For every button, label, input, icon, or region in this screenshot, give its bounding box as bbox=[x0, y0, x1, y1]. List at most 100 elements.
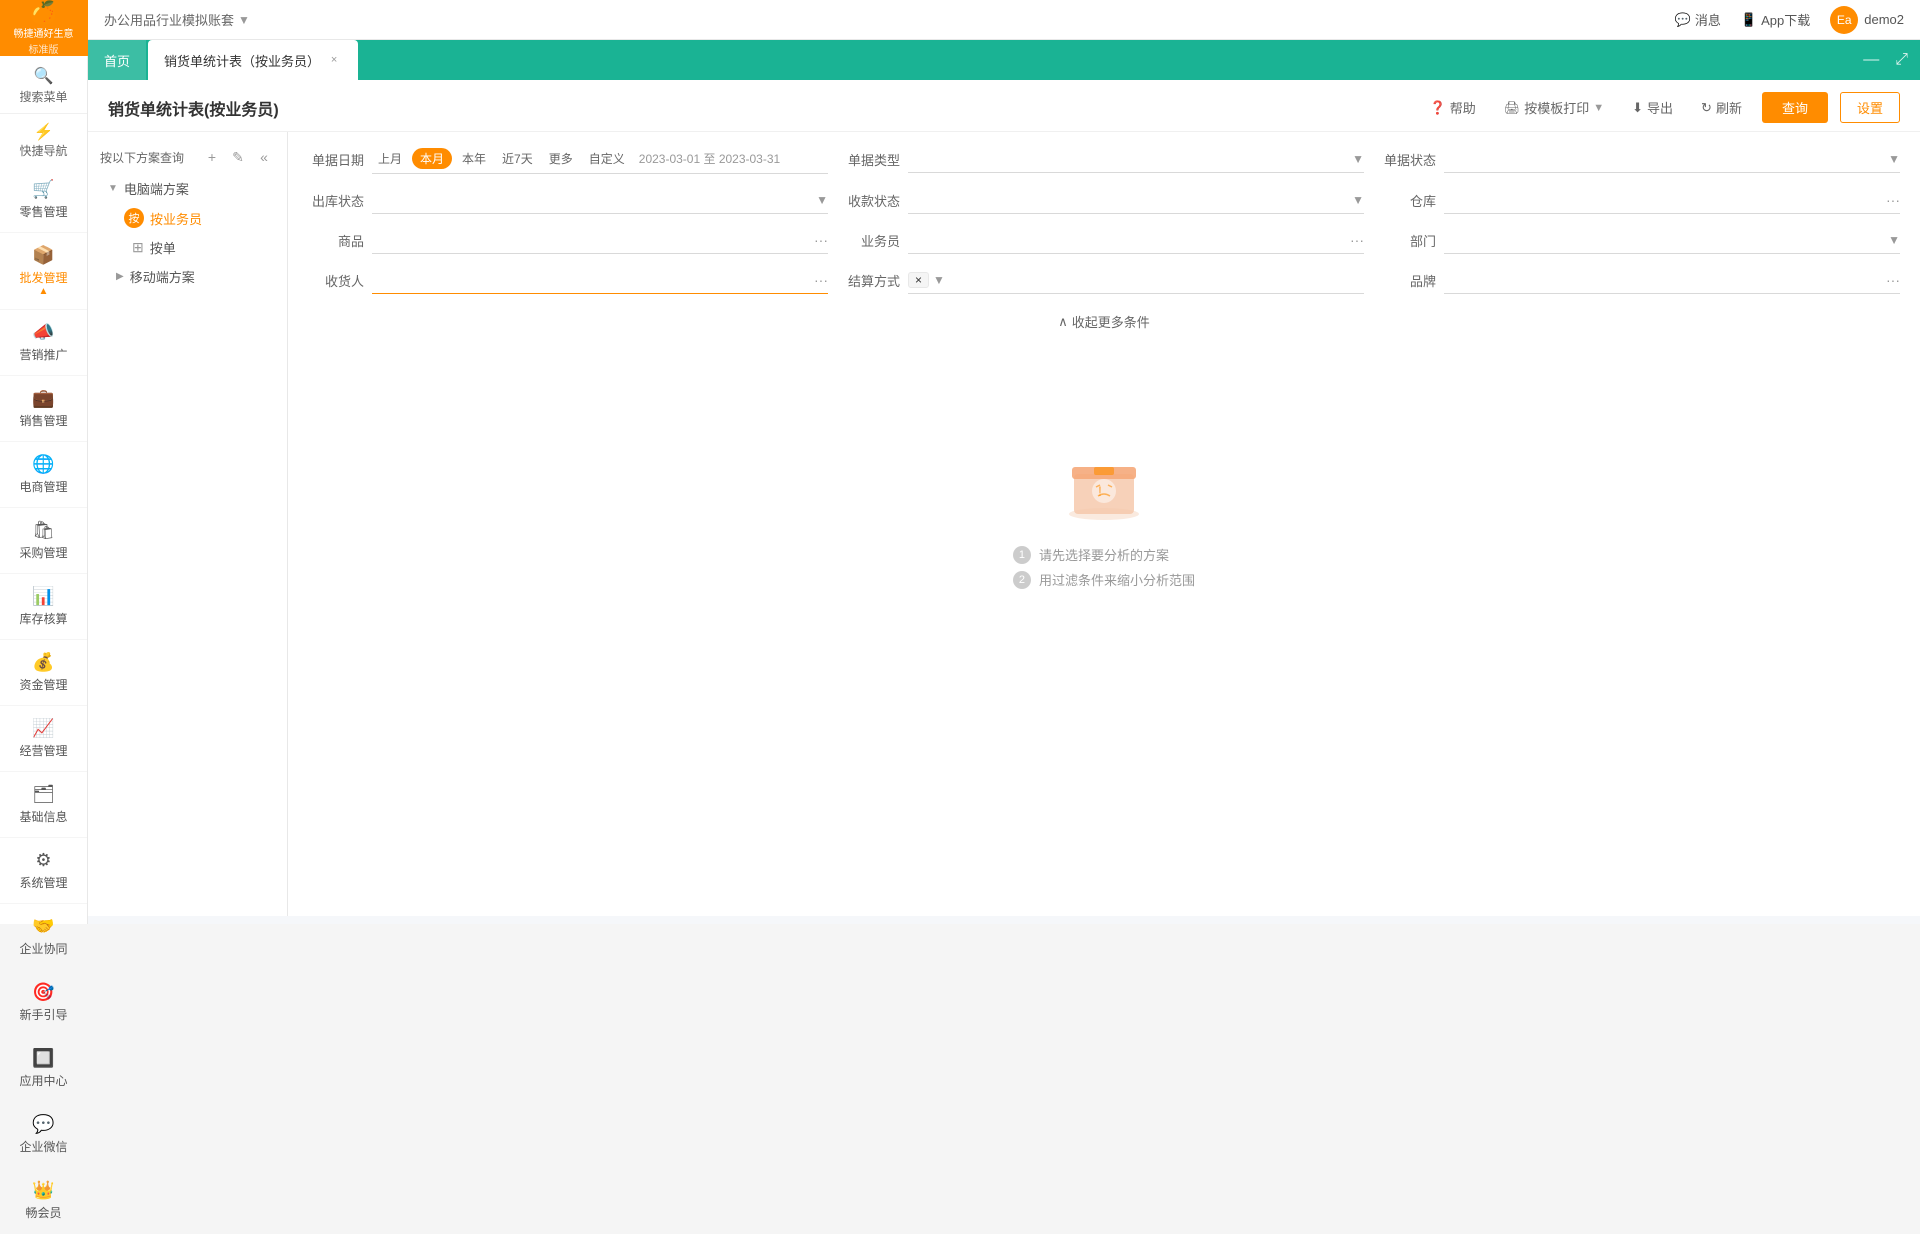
app-logo[interactable]: 🍊 畅捷通好生意 标准版 bbox=[0, 0, 88, 56]
sidebar-item-operation[interactable]: 📈 经营管理 bbox=[0, 706, 87, 772]
pay-status-input[interactable] bbox=[908, 192, 1352, 207]
app-download-btn[interactable]: 📱 App下载 bbox=[1741, 10, 1810, 29]
collapse-conditions-btn[interactable]: ∧ 收起更多条件 bbox=[1042, 306, 1166, 337]
salesman-control[interactable]: ··· bbox=[908, 226, 1364, 254]
help-btn[interactable]: ❓ 帮助 bbox=[1422, 94, 1484, 121]
sidebar-item-wholesale[interactable]: 📦 批发管理 ▲ bbox=[0, 233, 87, 310]
receiver-input[interactable] bbox=[372, 272, 814, 287]
page-title: 销货单统计表(按业务员) bbox=[108, 96, 279, 120]
dept-dropdown-arrow[interactable]: ▼ bbox=[1888, 233, 1900, 247]
step-num-1: 1 bbox=[1013, 546, 1031, 564]
pay-status-dropdown-arrow[interactable]: ▼ bbox=[1352, 193, 1364, 207]
date-tab-this-year[interactable]: 本年 bbox=[456, 148, 492, 169]
date-tab-last7[interactable]: 近7天 bbox=[496, 148, 539, 169]
sidebar-item-sales[interactable]: 💼 销售管理 bbox=[0, 376, 87, 442]
sidebar-item-ecommerce[interactable]: 🌐 电商管理 bbox=[0, 442, 87, 508]
goods-dots[interactable]: ··· bbox=[814, 232, 828, 248]
settle-dropdown-arrow[interactable]: ▼ bbox=[933, 273, 945, 287]
settings-btn[interactable]: 设置 bbox=[1840, 92, 1900, 123]
out-status-dropdown-arrow[interactable]: ▼ bbox=[816, 193, 828, 207]
salesman-input[interactable] bbox=[908, 232, 1350, 247]
refresh-btn[interactable]: ↻ 刷新 bbox=[1693, 94, 1750, 121]
user-menu[interactable]: Ea demo2 bbox=[1830, 6, 1904, 34]
purchase-icon: 🛍 bbox=[32, 520, 55, 541]
appstore-icon: 🔲 bbox=[32, 1048, 54, 1069]
sidebar-item-retail[interactable]: 🛒 零售管理 bbox=[0, 167, 87, 233]
tree-item-by-order[interactable]: ⊞ 按单 bbox=[88, 233, 287, 262]
tab-home[interactable]: 首页 bbox=[88, 40, 146, 80]
warehouse-control[interactable]: ··· bbox=[1444, 186, 1900, 214]
tree-pc-group[interactable]: ▼ 电脑端方案 bbox=[88, 174, 287, 203]
edit-scheme-btn[interactable]: ✎ bbox=[227, 146, 249, 168]
print-icon: 🖨 bbox=[1504, 100, 1521, 116]
sidebar-item-inventory[interactable]: 📊 库存核算 bbox=[0, 574, 87, 640]
settle-tag-close[interactable]: × bbox=[915, 273, 922, 287]
sidebar-item-newbie[interactable]: 🎯 新手引导 bbox=[0, 970, 87, 1036]
status-control[interactable]: ▼ bbox=[1444, 145, 1900, 173]
query-btn[interactable]: 查询 bbox=[1762, 92, 1828, 123]
status-dropdown-arrow[interactable]: ▼ bbox=[1888, 152, 1900, 166]
settle-tag[interactable]: × bbox=[908, 272, 929, 288]
filter-settle: 结算方式 × ▼ bbox=[844, 266, 1364, 294]
goods-input[interactable] bbox=[372, 232, 814, 247]
panel-header-actions: + ✎ « bbox=[201, 146, 275, 168]
dept-input[interactable] bbox=[1444, 232, 1888, 247]
warehouse-input[interactable] bbox=[1444, 192, 1886, 207]
receiver-control[interactable]: ··· bbox=[372, 266, 828, 294]
topbar-dropdown-arrow[interactable]: ▼ bbox=[238, 13, 250, 27]
type-input[interactable] bbox=[908, 151, 1352, 166]
tab-maximize-btn[interactable]: ⤢ bbox=[1891, 47, 1912, 73]
sidebar-item-system[interactable]: ⚙ 系统管理 bbox=[0, 838, 87, 904]
tab-minimize-btn[interactable]: — bbox=[1859, 47, 1883, 73]
print-dropdown-arrow[interactable]: ▼ bbox=[1593, 102, 1604, 114]
tree-item-by-salesman[interactable]: 按 按业务员 bbox=[88, 203, 287, 233]
brand-input[interactable] bbox=[1444, 272, 1886, 287]
message-btn[interactable]: 💬 消息 bbox=[1675, 10, 1721, 29]
sidebar-item-appstore[interactable]: 🔲 应用中心 bbox=[0, 1036, 87, 1102]
date-tab-custom[interactable]: 自定义 bbox=[583, 148, 631, 169]
sidebar-item-marketing[interactable]: 📣 营销推广 bbox=[0, 310, 87, 376]
shortcut-nav[interactable]: ⚡ 快捷导航 bbox=[0, 114, 87, 167]
dept-label: 部门 bbox=[1380, 231, 1436, 250]
sidebar-item-wechat[interactable]: 💬 企业微信 bbox=[0, 1102, 87, 1168]
brand-dots[interactable]: ··· bbox=[1886, 272, 1900, 288]
date-tab-last-month[interactable]: 上月 bbox=[372, 148, 408, 169]
goods-control[interactable]: ··· bbox=[372, 226, 828, 254]
active-scheme-icon: 按 bbox=[124, 208, 144, 228]
warehouse-dots[interactable]: ··· bbox=[1886, 192, 1900, 208]
search-menu[interactable]: 🔍 搜索菜单 bbox=[0, 56, 87, 114]
sidebar-item-basic[interactable]: 🗂 基础信息 bbox=[0, 772, 87, 838]
brand-control[interactable]: ··· bbox=[1444, 266, 1900, 294]
filter-dept: 部门 ▼ bbox=[1380, 226, 1900, 254]
step-num-2: 2 bbox=[1013, 571, 1031, 589]
tree-mobile-group[interactable]: ▶ 移动端方案 bbox=[88, 262, 287, 291]
sidebar-item-purchase[interactable]: 🛍 采购管理 bbox=[0, 508, 87, 574]
dept-control[interactable]: ▼ bbox=[1444, 226, 1900, 254]
settle-control[interactable]: × ▼ bbox=[908, 266, 1364, 294]
wechat-icon: 💬 bbox=[32, 1114, 54, 1135]
collapse-panel-btn[interactable]: « bbox=[253, 146, 275, 168]
sidebar-item-corp[interactable]: 🤝 企业协同 bbox=[0, 904, 87, 970]
tab-sales-stats[interactable]: 销货单统计表（按业务员） × bbox=[148, 40, 358, 80]
help-icon: ❓ bbox=[1430, 100, 1446, 116]
tab-close-btn[interactable]: × bbox=[326, 52, 342, 68]
salesman-dots[interactable]: ··· bbox=[1350, 232, 1364, 248]
logo-sub: 标准版 bbox=[29, 41, 59, 56]
collapse-icon: ∧ bbox=[1058, 314, 1068, 330]
out-status-label: 出库状态 bbox=[308, 191, 364, 210]
sidebar-item-finance[interactable]: 💰 资金管理 bbox=[0, 640, 87, 706]
status-input[interactable] bbox=[1444, 151, 1888, 166]
print-btn[interactable]: 🖨 按模板打印 ▼ bbox=[1496, 94, 1612, 121]
out-status-input[interactable] bbox=[372, 192, 816, 207]
out-status-control[interactable]: ▼ bbox=[372, 186, 828, 214]
pay-status-control[interactable]: ▼ bbox=[908, 186, 1364, 214]
add-scheme-btn[interactable]: + bbox=[201, 146, 223, 168]
type-control[interactable]: ▼ bbox=[908, 145, 1364, 173]
date-tab-this-month[interactable]: 本月 bbox=[412, 148, 452, 169]
receiver-dots[interactable]: ··· bbox=[814, 272, 828, 288]
type-dropdown-arrow[interactable]: ▼ bbox=[1352, 152, 1364, 166]
sidebar-item-member[interactable]: 👑 畅会员 bbox=[0, 1168, 87, 1234]
date-tab-more[interactable]: 更多 bbox=[543, 148, 579, 169]
export-btn[interactable]: ⬇ 导出 bbox=[1624, 94, 1681, 121]
empty-steps: 1 请先选择要分析的方案 2 用过滤条件来缩小分析范围 bbox=[1013, 545, 1195, 589]
